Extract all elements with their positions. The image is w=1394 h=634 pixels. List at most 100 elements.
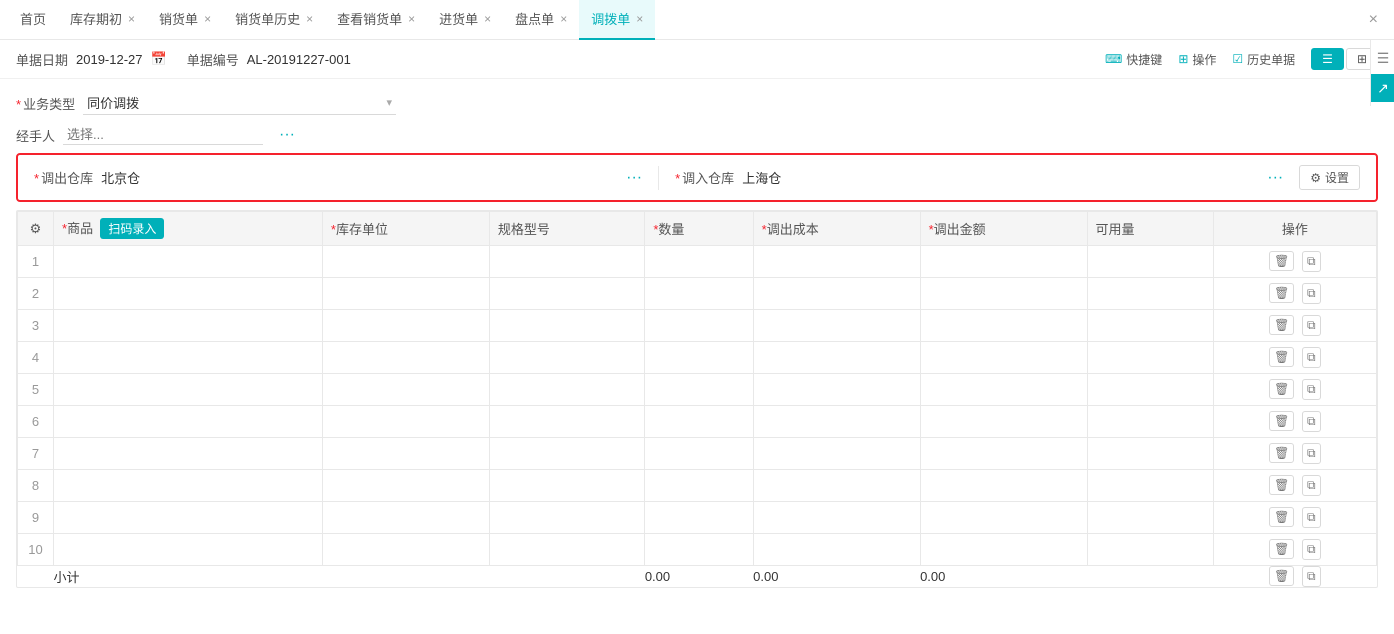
cell-product[interactable]: [54, 278, 323, 310]
tab-close-sales-history[interactable]: ×: [306, 12, 313, 26]
cell-amount[interactable]: [920, 470, 1087, 502]
subtotal-copy-btn[interactable]: ⧉: [1302, 566, 1321, 587]
row-copy-btn[interactable]: ⧉: [1302, 283, 1321, 304]
cell-qty[interactable]: [645, 406, 753, 438]
cell-amount[interactable]: [920, 374, 1087, 406]
history-btn[interactable]: ☑ 历史单据: [1232, 51, 1295, 68]
cell-cost[interactable]: [753, 310, 920, 342]
handler-input[interactable]: [63, 125, 263, 145]
row-copy-btn[interactable]: ⧉: [1302, 315, 1321, 336]
row-delete-btn[interactable]: 🗑: [1269, 475, 1294, 495]
row-copy-btn[interactable]: ⧉: [1302, 507, 1321, 528]
business-type-select[interactable]: 同价调拨 ▾: [83, 91, 396, 115]
cell-product[interactable]: [54, 246, 323, 278]
cell-amount[interactable]: [920, 534, 1087, 566]
tab-close-transfer[interactable]: ×: [636, 12, 643, 26]
cell-amount[interactable]: [920, 438, 1087, 470]
cell-cost[interactable]: [753, 342, 920, 374]
cell-unit[interactable]: [322, 310, 489, 342]
cell-cost[interactable]: [753, 278, 920, 310]
cell-spec[interactable]: [489, 470, 645, 502]
cell-cost[interactable]: [753, 246, 920, 278]
operation-btn[interactable]: ⊞ 操作: [1178, 51, 1216, 68]
shortcut-btn[interactable]: ⌨ 快捷键: [1105, 51, 1162, 68]
cell-available[interactable]: [1087, 278, 1213, 310]
tab-close-view-sales[interactable]: ×: [408, 12, 415, 26]
cell-amount[interactable]: [920, 310, 1087, 342]
cell-qty[interactable]: [645, 246, 753, 278]
cell-cost[interactable]: [753, 470, 920, 502]
tab-sales-history[interactable]: 销货单历史 ×: [223, 0, 325, 40]
cell-cost[interactable]: [753, 534, 920, 566]
cell-product[interactable]: [54, 342, 323, 374]
tab-purchase-order[interactable]: 进货单 ×: [427, 0, 503, 40]
cell-available[interactable]: [1087, 246, 1213, 278]
tab-sales-order[interactable]: 销货单 ×: [147, 0, 223, 40]
cell-amount[interactable]: [920, 406, 1087, 438]
cell-available[interactable]: [1087, 374, 1213, 406]
row-copy-btn[interactable]: ⧉: [1302, 443, 1321, 464]
tab-inventory-check[interactable]: 盘点单 ×: [503, 0, 579, 40]
tab-close-purchase-order[interactable]: ×: [484, 12, 491, 26]
cell-qty[interactable]: [645, 278, 753, 310]
tab-close-inventory-check[interactable]: ×: [560, 12, 567, 26]
row-copy-btn[interactable]: ⧉: [1302, 347, 1321, 368]
cell-qty[interactable]: [645, 470, 753, 502]
tab-home[interactable]: 首页: [8, 0, 58, 40]
row-copy-btn[interactable]: ⧉: [1302, 475, 1321, 496]
cell-available[interactable]: [1087, 534, 1213, 566]
cell-amount[interactable]: [920, 342, 1087, 374]
cell-available[interactable]: [1087, 502, 1213, 534]
cell-spec[interactable]: [489, 374, 645, 406]
row-delete-btn[interactable]: 🗑: [1269, 379, 1294, 399]
cell-cost[interactable]: [753, 502, 920, 534]
cell-unit[interactable]: [322, 278, 489, 310]
gear-settings-icon[interactable]: ⚙: [30, 221, 42, 236]
cell-spec[interactable]: [489, 246, 645, 278]
cell-spec[interactable]: [489, 342, 645, 374]
cell-available[interactable]: [1087, 438, 1213, 470]
cell-qty[interactable]: [645, 374, 753, 406]
cell-product[interactable]: [54, 374, 323, 406]
sidebar-list-icon[interactable]: ☰: [1371, 44, 1394, 72]
row-delete-btn[interactable]: 🗑: [1269, 251, 1294, 271]
cell-unit[interactable]: [322, 470, 489, 502]
calendar-icon[interactable]: 📅: [151, 51, 167, 67]
cell-amount[interactable]: [920, 246, 1087, 278]
handler-more-icon[interactable]: ···: [279, 127, 295, 143]
cell-product[interactable]: [54, 502, 323, 534]
tab-close-inventory-init[interactable]: ×: [128, 12, 135, 26]
date-value[interactable]: 2019-12-27: [76, 52, 143, 67]
row-copy-btn[interactable]: ⧉: [1302, 411, 1321, 432]
tab-view-sales[interactable]: 查看销货单 ×: [325, 0, 427, 40]
cell-spec[interactable]: [489, 438, 645, 470]
cell-spec[interactable]: [489, 406, 645, 438]
cell-unit[interactable]: [322, 342, 489, 374]
cell-spec[interactable]: [489, 534, 645, 566]
cell-available[interactable]: [1087, 406, 1213, 438]
cell-product[interactable]: [54, 406, 323, 438]
cell-qty[interactable]: [645, 438, 753, 470]
cell-product[interactable]: [54, 310, 323, 342]
row-delete-btn[interactable]: 🗑: [1269, 443, 1294, 463]
tab-inventory-init[interactable]: 库存期初 ×: [58, 0, 147, 40]
row-delete-btn[interactable]: 🗑: [1269, 507, 1294, 527]
view-toggle-list[interactable]: ☰: [1311, 48, 1344, 70]
cell-amount[interactable]: [920, 278, 1087, 310]
cell-qty[interactable]: [645, 342, 753, 374]
cell-available[interactable]: [1087, 470, 1213, 502]
warehouse-out-more-icon[interactable]: ···: [626, 169, 642, 187]
row-delete-btn[interactable]: 🗑: [1269, 347, 1294, 367]
row-copy-btn[interactable]: ⧉: [1302, 251, 1321, 272]
warehouse-in-more-icon[interactable]: ···: [1267, 169, 1283, 187]
row-delete-btn[interactable]: 🗑: [1269, 411, 1294, 431]
cell-available[interactable]: [1087, 342, 1213, 374]
cell-cost[interactable]: [753, 406, 920, 438]
row-delete-btn[interactable]: 🗑: [1269, 283, 1294, 303]
cell-unit[interactable]: [322, 246, 489, 278]
tab-transfer[interactable]: 调拨单 ×: [579, 0, 655, 40]
cell-unit[interactable]: [322, 374, 489, 406]
cell-cost[interactable]: [753, 438, 920, 470]
cell-unit[interactable]: [322, 406, 489, 438]
scan-button[interactable]: 扫码录入: [100, 218, 164, 239]
